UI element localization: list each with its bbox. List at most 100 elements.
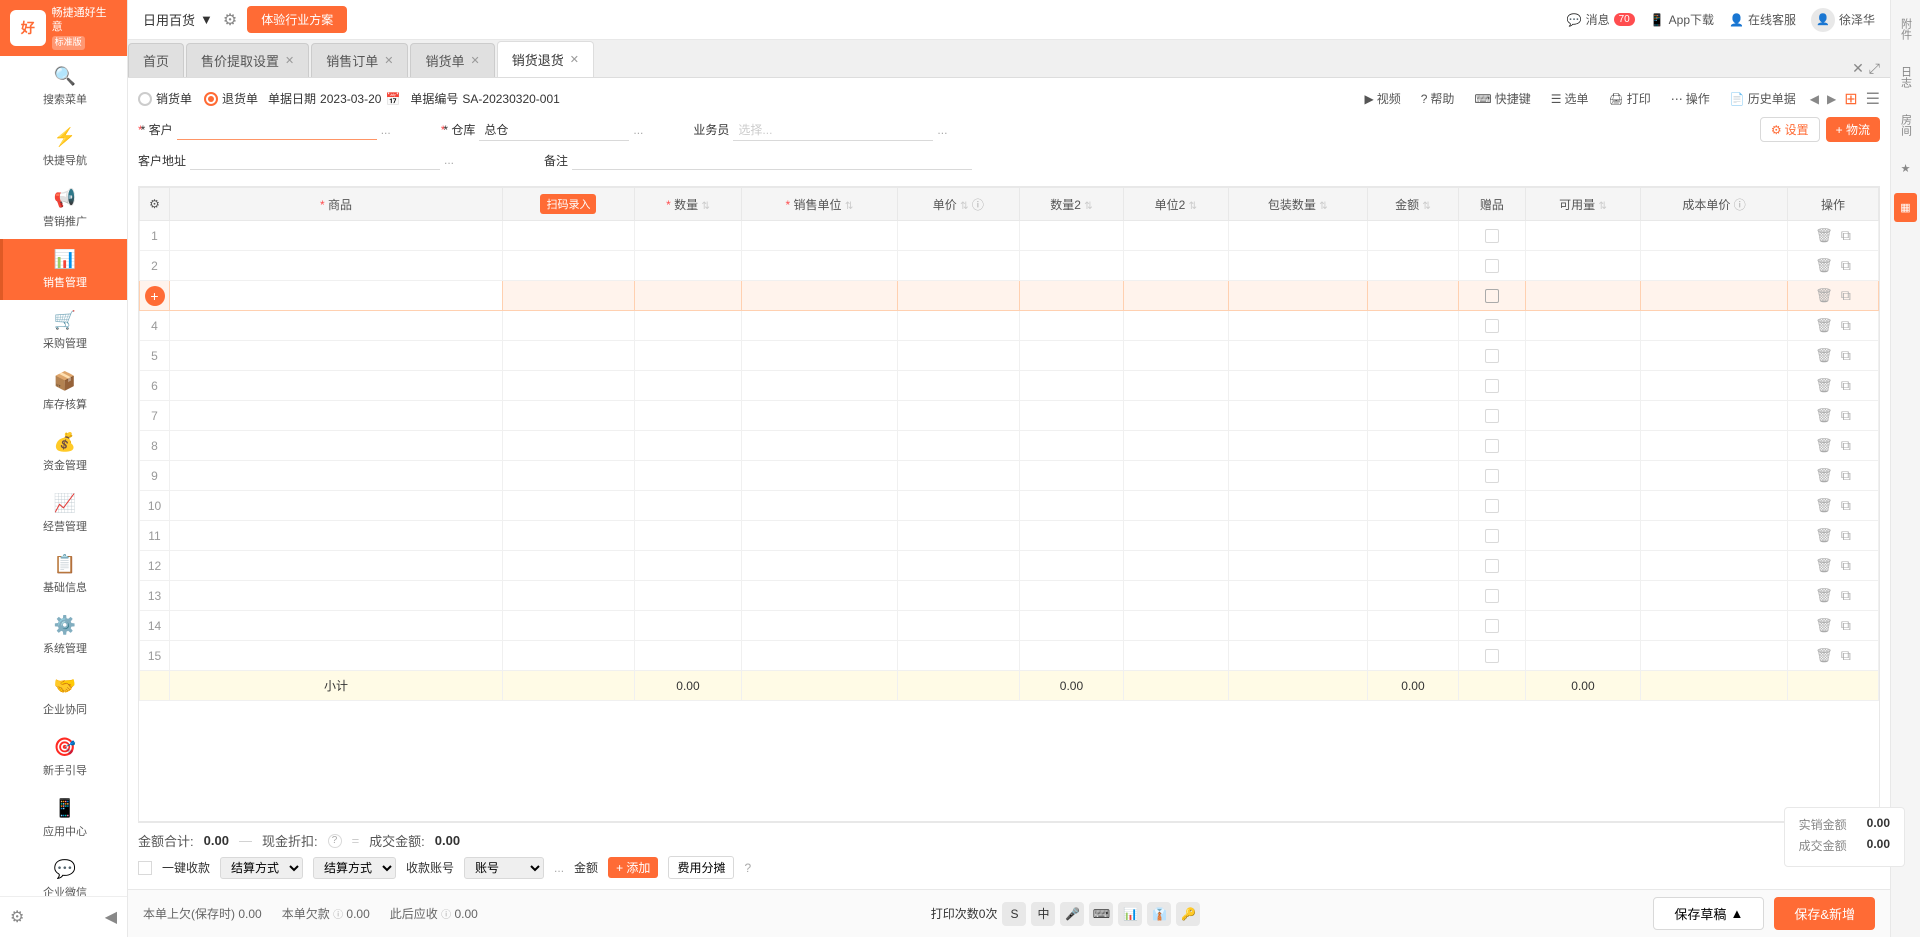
gift-checkbox-8[interactable] bbox=[1485, 439, 1499, 453]
gift-checkbox-12[interactable] bbox=[1485, 559, 1499, 573]
select-btn[interactable]: ☰ 选单 bbox=[1545, 88, 1595, 109]
close-tab-icon[interactable]: ✕ bbox=[1852, 60, 1864, 77]
footer-icon-2[interactable]: 中 bbox=[1031, 902, 1055, 926]
history-btn[interactable]: 📄 历史单据 bbox=[1724, 88, 1802, 109]
warehouse-dots-btn[interactable]: ... bbox=[633, 123, 643, 137]
remark-input[interactable] bbox=[572, 150, 972, 170]
gift-checkbox-6[interactable] bbox=[1485, 379, 1499, 393]
right-tab-1[interactable]: 附件 bbox=[1893, 10, 1919, 48]
tab-sales-return[interactable]: 销货退货 ✕ bbox=[497, 41, 594, 77]
delete-row-6[interactable]: 🗑 bbox=[1815, 377, 1833, 394]
add-payment-button[interactable]: + 添加 bbox=[608, 857, 658, 878]
copy-row-10[interactable]: ⧉ bbox=[1841, 497, 1851, 514]
qty2-sort-icon[interactable]: ⇅ bbox=[1084, 201, 1092, 212]
gift-checkbox-3[interactable] bbox=[1485, 289, 1499, 303]
gift-checkbox-15[interactable] bbox=[1485, 649, 1499, 663]
save-new-button[interactable]: 保存&新增 bbox=[1774, 897, 1875, 930]
sidebar-item-sales[interactable]: 📊 销售管理 bbox=[0, 239, 127, 300]
delete-row-2[interactable]: 🗑 bbox=[1815, 257, 1833, 274]
copy-row-3[interactable]: ⧉ bbox=[1841, 287, 1851, 304]
sidebar-item-wechat[interactable]: 💬 企业微信 bbox=[0, 849, 127, 896]
one-click-checkbox[interactable] bbox=[138, 861, 152, 875]
copy-row-6[interactable]: ⧉ bbox=[1841, 377, 1851, 394]
right-tab-3[interactable]: 房间 bbox=[1893, 106, 1919, 144]
pack-sort-icon[interactable]: ⇅ bbox=[1319, 201, 1327, 212]
sidebar-item-base[interactable]: 📋 基础信息 bbox=[0, 544, 127, 605]
footer-icon-6[interactable]: 👔 bbox=[1147, 902, 1171, 926]
collapse-icon[interactable]: ◀ bbox=[105, 907, 117, 927]
unit2-sort-icon[interactable]: ⇅ bbox=[1189, 201, 1197, 212]
copy-row-2[interactable]: ⧉ bbox=[1841, 257, 1851, 274]
sidebar-item-quick[interactable]: ⚡ 快捷导航 bbox=[0, 117, 127, 178]
module-selector[interactable]: 日用百货 ▼ bbox=[143, 10, 213, 29]
copy-row-8[interactable]: ⧉ bbox=[1841, 437, 1851, 454]
operation-btn[interactable]: ⋯ 操作 bbox=[1665, 88, 1716, 109]
message-button[interactable]: 💬 消息 70 bbox=[1567, 11, 1635, 28]
sidebar-item-enterprise[interactable]: 🤝 企业协同 bbox=[0, 666, 127, 727]
save-draft-button[interactable]: 保存草稿 ▲ bbox=[1653, 897, 1764, 930]
copy-row-11[interactable]: ⧉ bbox=[1841, 527, 1851, 544]
address-input[interactable] bbox=[190, 150, 440, 170]
gift-checkbox-9[interactable] bbox=[1485, 469, 1499, 483]
gift-checkbox-13[interactable] bbox=[1485, 589, 1499, 603]
shortcut-btn[interactable]: ⌨ 快捷键 bbox=[1468, 88, 1536, 109]
close-price-setting[interactable]: ✕ bbox=[285, 54, 294, 67]
footer-icon-4[interactable]: ⌨ bbox=[1089, 902, 1113, 926]
experience-button[interactable]: 体验行业方案 bbox=[247, 6, 347, 33]
settle-method-select[interactable]: 结算方式 bbox=[220, 857, 303, 879]
tab-sales-delivery[interactable]: 销货单 ✕ bbox=[410, 43, 494, 77]
sidebar-item-system[interactable]: ⚙️ 系统管理 bbox=[0, 605, 127, 666]
close-sales-return[interactable]: ✕ bbox=[570, 53, 579, 66]
gift-checkbox-5[interactable] bbox=[1485, 349, 1499, 363]
customer-input[interactable] bbox=[177, 120, 377, 140]
sidebar-item-operation[interactable]: 📈 经营管理 bbox=[0, 483, 127, 544]
amount-sort-icon[interactable]: ⇅ bbox=[1422, 201, 1430, 212]
cost-info-icon[interactable]: ⓘ bbox=[1734, 198, 1746, 212]
footer-info-icon-2[interactable]: ⓘ bbox=[441, 910, 451, 921]
gift-checkbox-7[interactable] bbox=[1485, 409, 1499, 423]
radio-return[interactable]: 退货单 bbox=[204, 90, 258, 107]
discount-info-icon[interactable]: ? bbox=[328, 834, 342, 848]
expand-icon[interactable]: ⤢ bbox=[1869, 60, 1880, 77]
copy-row-14[interactable]: ⧉ bbox=[1841, 617, 1851, 634]
address-dots-btn[interactable]: ... bbox=[444, 153, 454, 167]
sidebar-item-appstore[interactable]: 📱 应用中心 bbox=[0, 788, 127, 849]
close-sales-order[interactable]: ✕ bbox=[384, 54, 393, 67]
footer-icon-5[interactable]: 📊 bbox=[1118, 902, 1142, 926]
sidebar-item-purchase[interactable]: 🛒 采购管理 bbox=[0, 300, 127, 361]
staff-input[interactable]: 选择... bbox=[733, 119, 933, 141]
video-btn[interactable]: ▶ 视频 bbox=[1358, 88, 1406, 109]
copy-row-7[interactable]: ⧉ bbox=[1841, 407, 1851, 424]
help-btn[interactable]: ? 帮助 bbox=[1415, 88, 1461, 109]
account-dots-btn[interactable]: ... bbox=[554, 861, 564, 875]
account-select[interactable]: 账号 bbox=[464, 857, 544, 879]
copy-row-5[interactable]: ⧉ bbox=[1841, 347, 1851, 364]
copy-row-1[interactable]: ⧉ bbox=[1841, 227, 1851, 244]
expense-button[interactable]: 费用分摊 bbox=[668, 856, 734, 879]
close-sales-delivery[interactable]: ✕ bbox=[471, 54, 480, 67]
gift-checkbox-14[interactable] bbox=[1485, 619, 1499, 633]
right-tab-4[interactable]: ★ bbox=[1894, 154, 1917, 183]
qty-sort-icon[interactable]: ⇅ bbox=[701, 201, 709, 212]
tab-sales-order[interactable]: 销售订单 ✕ bbox=[311, 43, 408, 77]
delete-row-5[interactable]: 🗑 bbox=[1815, 347, 1833, 364]
copy-row-9[interactable]: ⧉ bbox=[1841, 467, 1851, 484]
footer-info-icon[interactable]: ⓘ bbox=[333, 910, 343, 921]
delete-row-10[interactable]: 🗑 bbox=[1815, 497, 1833, 514]
unit-sort-icon[interactable]: ⇅ bbox=[845, 201, 853, 212]
delete-row-12[interactable]: 🗑 bbox=[1815, 557, 1833, 574]
gift-checkbox-10[interactable] bbox=[1485, 499, 1499, 513]
delete-row-7[interactable]: 🗑 bbox=[1815, 407, 1833, 424]
gift-checkbox-2[interactable] bbox=[1485, 259, 1499, 273]
gift-checkbox-11[interactable] bbox=[1485, 529, 1499, 543]
right-tab-5[interactable]: ▦ bbox=[1894, 193, 1917, 222]
logistics-button[interactable]: + 物流 bbox=[1826, 117, 1880, 142]
grid-view-icon[interactable]: ⊞ bbox=[1844, 89, 1857, 109]
gear-icon[interactable]: ⚙ bbox=[149, 197, 160, 211]
user-profile[interactable]: 👤 徐泽华 bbox=[1811, 8, 1875, 32]
delete-row-15[interactable]: 🗑 bbox=[1815, 647, 1833, 664]
radio-sales[interactable]: 销货单 bbox=[138, 90, 192, 107]
add-row-button[interactable]: + bbox=[145, 286, 165, 306]
app-download-button[interactable]: 📱 App下载 bbox=[1650, 11, 1714, 28]
sidebar-item-inventory[interactable]: 📦 库存核算 bbox=[0, 361, 127, 422]
